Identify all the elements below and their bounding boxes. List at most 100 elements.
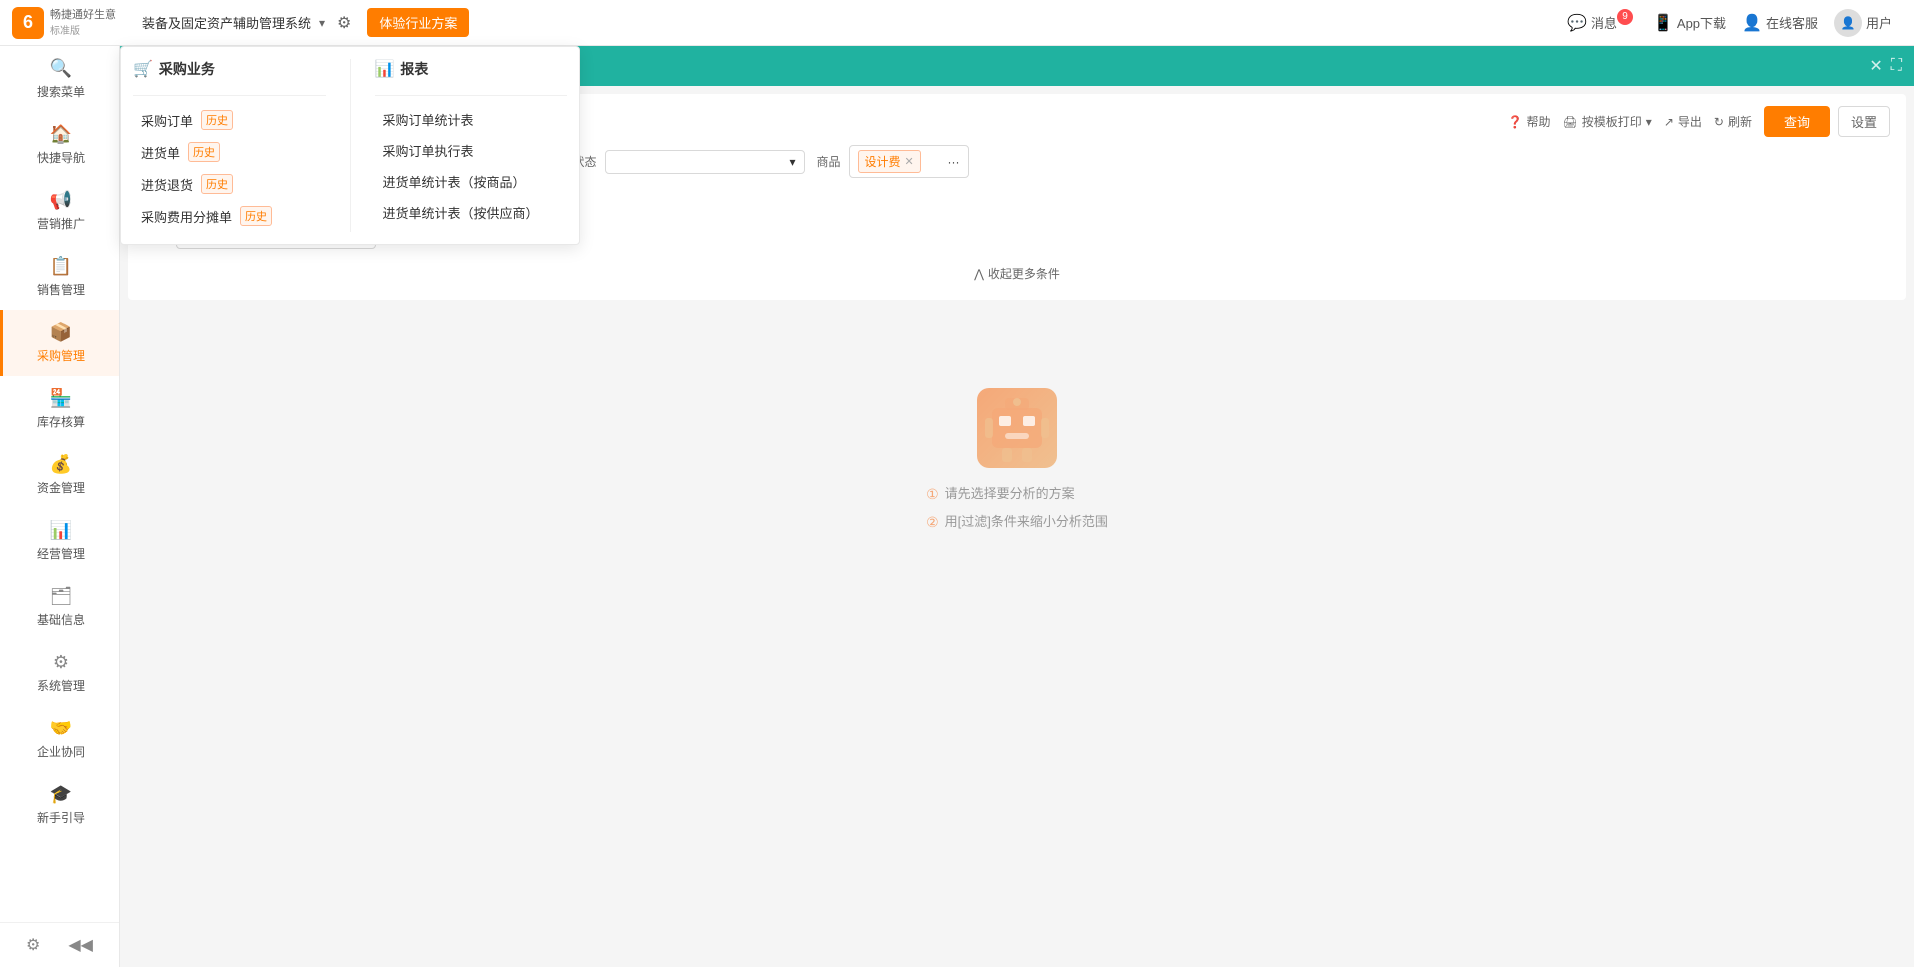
dropdown-item-cost[interactable]: 采购费用分摊单 历史 bbox=[133, 200, 326, 232]
template-print-action[interactable]: 🖨 按模板打印 ▾ bbox=[1563, 113, 1652, 130]
refresh-label: 刷新 bbox=[1728, 113, 1752, 130]
help-label: 帮助 bbox=[1527, 113, 1551, 130]
industry-btn[interactable]: 体验行业方案 bbox=[367, 8, 469, 37]
sidebar-label-operation: 经营管理 bbox=[37, 545, 85, 562]
query-btn[interactable]: 查询 bbox=[1764, 106, 1830, 137]
purchase-col: 🛒 采购业务 采购订单 历史 进货单 历史 进货退货 历史 采购费用分摊单 历史 bbox=[133, 59, 326, 232]
sidebar-item-search[interactable]: 🔍 搜索菜单 bbox=[0, 46, 119, 112]
report-col: 📊 报表 采购订单统计表 采购订单执行表 进货单统计表（按商品） 进货单统计表（… bbox=[375, 59, 568, 232]
purchase-icon: 📦 bbox=[50, 322, 72, 343]
dropdown-item-order-exec[interactable]: 采购订单执行表 bbox=[375, 135, 568, 166]
dropdown-item-return[interactable]: 进货退货 历史 bbox=[133, 168, 326, 200]
return-history-badge: 历史 bbox=[201, 174, 233, 194]
search-icon: 🔍 bbox=[50, 58, 72, 79]
sidebar-item-basic[interactable]: 🗂 基础信息 bbox=[0, 574, 119, 640]
help-icon: ❓ bbox=[1508, 115, 1523, 129]
sidebar-item-operation[interactable]: 📊 经营管理 bbox=[0, 508, 119, 574]
order-exec-label: 采购订单执行表 bbox=[383, 141, 474, 160]
empty-hint-1: ① 请先选择要分析的方案 ② 用[过滤]条件来缩小分析范围 bbox=[926, 480, 1108, 536]
system-icon: ⚙ bbox=[53, 652, 69, 673]
sidebar-footer: ⚙ ◀◀ bbox=[0, 922, 119, 967]
tab-window-btns: ✕ ⛶ bbox=[1869, 56, 1914, 76]
refresh-icon: ↻ bbox=[1714, 115, 1724, 129]
system-dropdown-btn[interactable]: ▾ bbox=[319, 16, 325, 30]
help-action[interactable]: ❓ 帮助 bbox=[1508, 113, 1551, 130]
header-right: 💬 消息 9 📱 App下载 👤 在线客服 👤 用户 bbox=[1567, 9, 1902, 37]
online-service-label: 在线客服 bbox=[1766, 13, 1818, 32]
collapse-label: 收起更多条件 bbox=[988, 265, 1060, 282]
sidebar-label-sales: 销售管理 bbox=[37, 281, 85, 298]
dropdown-item-incoming-stats-product[interactable]: 进货单统计表（按商品） bbox=[375, 166, 568, 197]
tab-maximize-btn[interactable]: ⛶ bbox=[1891, 57, 1902, 75]
refresh-action[interactable]: ↻ 刷新 bbox=[1714, 113, 1752, 130]
doc-status-select[interactable]: ▾ bbox=[605, 150, 805, 174]
cost-label: 采购费用分摊单 bbox=[141, 207, 232, 226]
purchase-order-label: 采购订单 bbox=[141, 111, 193, 130]
product-select[interactable]: 设计费 ✕ ··· bbox=[849, 145, 969, 178]
filter-settings-btn[interactable]: 设置 bbox=[1838, 106, 1890, 137]
tab-close-window-btn[interactable]: ✕ bbox=[1869, 56, 1882, 76]
message-icon: 💬 bbox=[1567, 13, 1587, 33]
dropdown-item-purchase-order[interactable]: 采购订单 历史 bbox=[133, 104, 326, 136]
phone-icon: 📱 bbox=[1653, 13, 1673, 33]
sidebar-settings-btn[interactable]: ⚙ bbox=[26, 935, 40, 955]
logo-area: 6 畅捷通好生意 标准版 bbox=[12, 7, 132, 39]
system-settings-btn[interactable]: ⚙ bbox=[337, 13, 351, 33]
sidebar-item-inventory[interactable]: 🏪 库存核算 bbox=[0, 376, 119, 442]
logo-text-block: 畅捷通好生意 标准版 bbox=[50, 8, 116, 37]
sidebar-label-search: 搜索菜单 bbox=[37, 83, 85, 100]
user-action[interactable]: 👤 用户 bbox=[1834, 9, 1892, 37]
purchase-col-icon: 🛒 bbox=[133, 59, 153, 79]
purchase-dropdown-menu: 🛒 采购业务 采购订单 历史 进货单 历史 进货退货 历史 采购费用分摊单 历史… bbox=[120, 46, 580, 245]
collapse-btn[interactable]: ⋀ 收起更多条件 bbox=[968, 259, 1066, 288]
sidebar-label-quick-nav: 快捷导航 bbox=[37, 149, 85, 166]
export-icon: ↗ bbox=[1664, 115, 1674, 129]
purchase-divider bbox=[133, 95, 326, 96]
sidebar-item-capital[interactable]: 💰 资金管理 bbox=[0, 442, 119, 508]
doc-status-dropdown-icon: ▾ bbox=[789, 155, 795, 169]
robot-svg bbox=[977, 388, 1057, 468]
online-service-action[interactable]: 👤 在线客服 bbox=[1742, 13, 1818, 33]
sidebar-item-guide[interactable]: 🎓 新手引导 bbox=[0, 772, 119, 838]
empty-robot-icon bbox=[977, 388, 1057, 468]
sidebar-item-purchase[interactable]: 📦 采购管理 bbox=[0, 310, 119, 376]
action-btns: 查询 设置 bbox=[1764, 106, 1890, 137]
sidebar-item-marketing[interactable]: 📢 营销推广 bbox=[0, 178, 119, 244]
order-stats-label: 采购订单统计表 bbox=[383, 110, 474, 129]
app-download-label: App下载 bbox=[1677, 13, 1726, 32]
product-tag-close[interactable]: ✕ bbox=[905, 155, 914, 168]
sidebar-label-purchase: 采购管理 bbox=[37, 347, 85, 364]
user-avatar: 👤 bbox=[1834, 9, 1862, 37]
enterprise-icon: 🤝 bbox=[50, 718, 72, 739]
message-badge: 9 bbox=[1617, 9, 1633, 25]
product-label: 商品 bbox=[817, 153, 841, 170]
sidebar-label-inventory: 库存核算 bbox=[37, 413, 85, 430]
dropdown-item-order-stats[interactable]: 采购订单统计表 bbox=[375, 104, 568, 135]
logo-name: 畅捷通好生意 bbox=[50, 8, 116, 22]
app-download-action[interactable]: 📱 App下载 bbox=[1653, 13, 1726, 33]
headset-icon: 👤 bbox=[1742, 13, 1762, 33]
sidebar-label-marketing: 营销推广 bbox=[37, 215, 85, 232]
sidebar-item-sales[interactable]: 📋 销售管理 bbox=[0, 244, 119, 310]
sidebar-collapse-btn[interactable]: ◀◀ bbox=[68, 935, 93, 955]
template-print-label: 按模板打印 bbox=[1582, 113, 1642, 130]
sidebar-item-quick-nav[interactable]: 🏠 快捷导航 bbox=[0, 112, 119, 178]
dropdown-item-incoming[interactable]: 进货单 历史 bbox=[133, 136, 326, 168]
system-title: 装备及固定资产辅助管理系统 bbox=[142, 13, 311, 32]
export-label: 导出 bbox=[1678, 113, 1702, 130]
capital-icon: 💰 bbox=[50, 454, 72, 475]
incoming-history-badge: 历史 bbox=[188, 142, 220, 162]
sidebar-item-enterprise[interactable]: 🤝 企业协同 bbox=[0, 706, 119, 772]
sidebar-item-system[interactable]: ⚙ 系统管理 bbox=[0, 640, 119, 706]
report-col-label: 报表 bbox=[400, 59, 428, 79]
sidebar-label-guide: 新手引导 bbox=[37, 809, 85, 826]
print-dropdown-icon: ▾ bbox=[1646, 115, 1652, 129]
cost-history-badge: 历史 bbox=[240, 206, 272, 226]
incoming-label: 进货单 bbox=[141, 143, 180, 162]
purchase-col-label: 采购业务 bbox=[159, 59, 215, 79]
guide-icon: 🎓 bbox=[50, 784, 72, 805]
message-action[interactable]: 💬 消息 9 bbox=[1567, 13, 1637, 33]
dropdown-item-incoming-stats-supplier[interactable]: 进货单统计表（按供应商） bbox=[375, 197, 568, 228]
export-action[interactable]: ↗ 导出 bbox=[1664, 113, 1702, 130]
logo-edition: 标准版 bbox=[50, 22, 116, 37]
